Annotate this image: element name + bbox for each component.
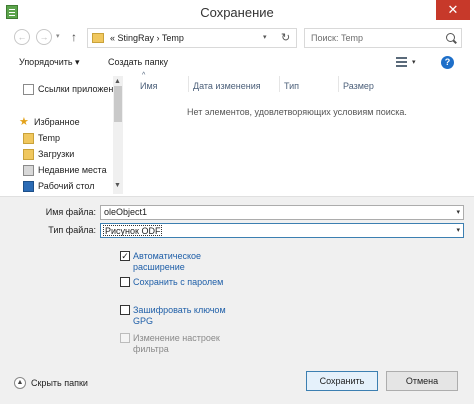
view-options-icon[interactable] — [396, 57, 407, 67]
column-divider[interactable] — [279, 76, 280, 92]
folder-icon — [92, 33, 104, 43]
close-button[interactable]: ✕ — [436, 0, 470, 20]
sidebar-item-label: Недавние места — [38, 165, 107, 175]
save-options-panel: Имя файла: oleObject1 ▾ Тип файла: Рисун… — [0, 196, 474, 404]
back-button[interactable]: ← — [14, 29, 30, 45]
save-button[interactable]: Сохранить — [306, 371, 378, 391]
edit-filter-label: Изменение настроек фильтра — [133, 333, 220, 354]
scroll-down-arrow[interactable]: ▼ — [114, 182, 121, 189]
filename-value[interactable]: oleObject1 — [104, 207, 147, 217]
column-divider[interactable] — [338, 76, 339, 92]
navigation-pane: Ссылки приложений ★ Избранное Temp Загру… — [7, 76, 123, 194]
sidebar-item-recent-places[interactable]: Недавние места — [7, 164, 113, 178]
auto-extension-checkbox[interactable]: ✓ — [120, 251, 130, 261]
filetype-label: Тип файла: — [48, 225, 96, 235]
up-folder-button[interactable]: ↑ — [71, 30, 77, 44]
address-dropdown[interactable]: ▾ — [263, 33, 267, 41]
navigation-bar: ← → ▾ ↑ « StingRay › Temp ▾ ↻ Поиск: Tem… — [0, 24, 474, 52]
sidebar-item-app-links[interactable]: Ссылки приложений — [7, 83, 113, 97]
column-divider[interactable] — [188, 76, 189, 92]
star-icon: ★ — [19, 116, 29, 128]
desktop-icon — [23, 181, 34, 192]
sidebar-item-desktop[interactable]: Рабочий стол — [7, 180, 113, 194]
scroll-thumb[interactable] — [114, 86, 122, 122]
forward-button[interactable]: → — [36, 29, 52, 45]
document-icon — [23, 84, 34, 95]
hide-folders-label[interactable]: Скрыть папки — [31, 378, 88, 388]
save-password-label[interactable]: Сохранить с паролем — [133, 277, 243, 288]
scroll-up-arrow[interactable]: ▲ — [114, 78, 121, 85]
auto-extension-label[interactable]: Автоматическое расширение — [133, 251, 243, 273]
gpg-encrypt-checkbox[interactable] — [120, 305, 130, 315]
window-title: Сохранение — [200, 5, 274, 20]
address-path[interactable]: « StingRay › Temp — [110, 33, 184, 43]
sidebar-item-downloads[interactable]: Загрузки — [7, 148, 113, 162]
column-header-date[interactable]: Дата изменения — [193, 81, 261, 91]
edit-filter-checkbox — [120, 333, 130, 343]
file-list[interactable]: ^ Имя Дата изменения Тип Размер Нет элем… — [124, 72, 470, 194]
address-bar[interactable]: « StingRay › Temp ▾ ↻ — [87, 28, 297, 48]
title-bar: Сохранение ✕ — [0, 0, 474, 24]
sidebar-item-temp[interactable]: Temp — [7, 132, 113, 146]
cancel-button[interactable]: Отмена — [386, 371, 458, 391]
refresh-icon[interactable]: ↻ — [281, 31, 290, 44]
view-options-dropdown[interactable]: ▾ — [412, 58, 416, 66]
toolbar: Упорядочить ▾ Создать папку ▾ ? — [0, 52, 474, 74]
sidebar-scrollbar[interactable]: ▲ ▼ — [113, 76, 123, 194]
filetype-value[interactable]: Рисунок ODF — [103, 225, 163, 236]
empty-message: Нет элементов, удовлетворяющих условиям … — [187, 107, 407, 117]
filename-label: Имя файла: — [45, 207, 96, 217]
column-header-name[interactable]: Имя — [140, 81, 158, 91]
search-icon — [446, 33, 455, 42]
help-icon[interactable]: ? — [441, 56, 454, 69]
gpg-encrypt-label[interactable]: Зашифровать ключом GPG — [133, 305, 243, 327]
folder-icon — [23, 133, 34, 144]
filetype-dropdown[interactable]: ▾ — [456, 224, 460, 237]
new-folder-button[interactable]: Создать папку — [108, 57, 168, 67]
search-box[interactable]: Поиск: Temp — [304, 28, 462, 48]
search-input[interactable]: Поиск: Temp — [311, 33, 363, 43]
filetype-select[interactable]: Рисунок ODF ▾ — [100, 223, 464, 238]
sort-indicator: ^ — [142, 72, 146, 79]
filename-dropdown[interactable]: ▾ — [456, 206, 460, 219]
downloads-icon — [23, 149, 34, 160]
filename-field[interactable]: oleObject1 ▾ — [100, 205, 464, 220]
sidebar-item-label: Загрузки — [38, 149, 75, 159]
sidebar-item-label: Ссылки приложений — [38, 84, 113, 94]
column-header-type[interactable]: Тип — [284, 81, 299, 91]
chevron-up-icon: ▲ — [14, 377, 26, 389]
sidebar-item-label: Рабочий стол — [38, 181, 95, 191]
save-password-checkbox[interactable] — [120, 277, 130, 287]
recent-places-icon — [23, 165, 34, 176]
sidebar-item-favorites[interactable]: ★ Избранное — [7, 116, 113, 130]
column-header-size[interactable]: Размер — [343, 81, 374, 91]
recent-locations-dropdown[interactable]: ▾ — [56, 32, 60, 40]
organize-button[interactable]: Упорядочить ▾ — [19, 57, 80, 68]
sidebar-item-label: Temp — [38, 133, 61, 143]
sidebar-item-label: Избранное — [34, 117, 80, 127]
